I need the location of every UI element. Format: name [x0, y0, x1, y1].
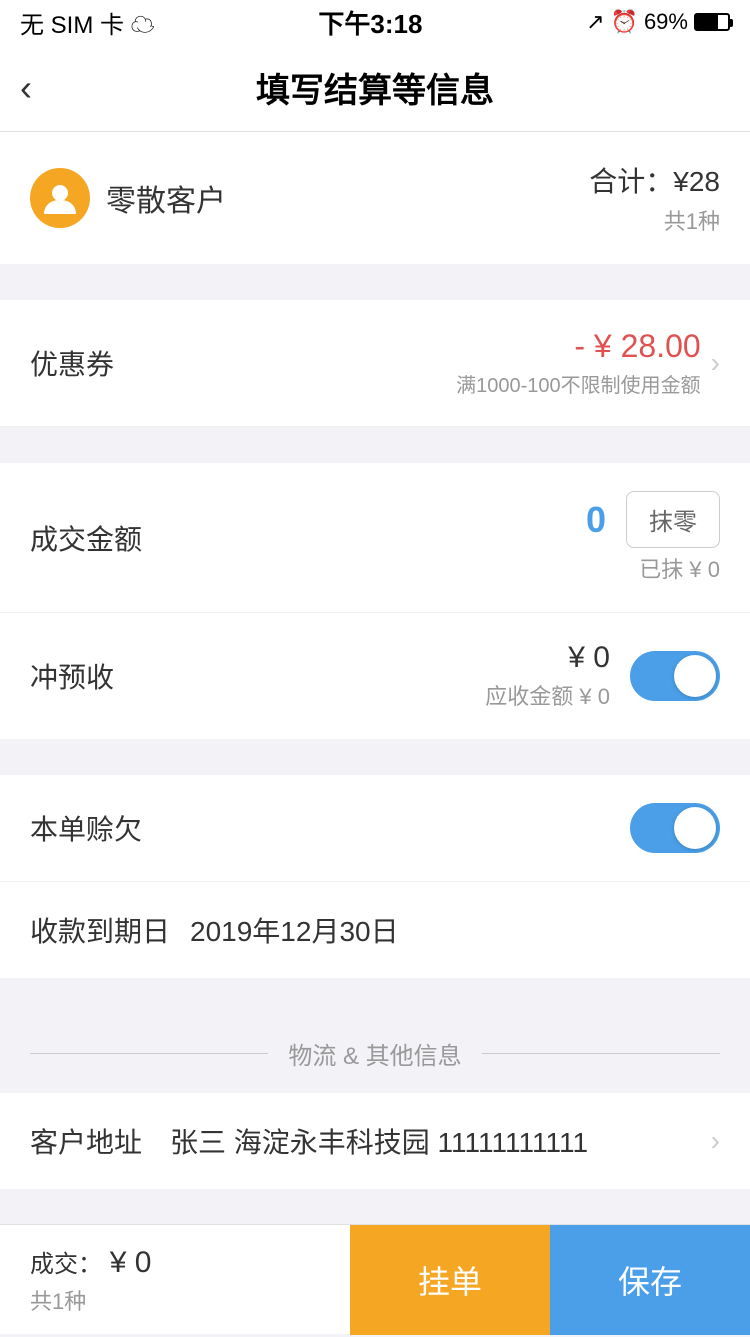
divider-3: [0, 757, 750, 775]
debt-label: 本单赊欠: [30, 808, 142, 848]
customer-left: 零散客户: [30, 168, 226, 228]
coupon-section[interactable]: 优惠券 - ¥ 28.00 满1000-100不限制使用金额 ›: [0, 300, 750, 427]
round-zero-button[interactable]: 抹零: [626, 491, 720, 548]
prepay-value: ¥ 0: [568, 641, 610, 675]
debt-row: 本单赊欠: [0, 775, 750, 881]
customer-name: 零散客户: [106, 176, 226, 220]
coupon-row[interactable]: 优惠券 - ¥ 28.00 满1000-100不限制使用金额 ›: [0, 300, 750, 427]
bottom-deal-row: 成交： ¥ 0: [30, 1244, 320, 1280]
logistics-title: 物流 & 其他信息: [268, 1036, 481, 1071]
status-right: ↗ ⏰ 69%: [586, 9, 730, 35]
total-amount: 合计：¥28: [589, 160, 720, 200]
logistics-line-right: [482, 1053, 720, 1054]
customer-right: 合计：¥28 共1种: [589, 160, 720, 236]
back-button[interactable]: ‹: [20, 67, 32, 109]
bottom-deal-amount: ¥ 0: [110, 1246, 152, 1279]
deal-amount-row: 成交金额 0 抹零 已抹 ¥ 0: [0, 463, 750, 613]
address-section[interactable]: 客户地址 张三 海淀永丰科技园 11111111111 ›: [0, 1093, 750, 1189]
coupon-desc: 满1000-100不限制使用金额: [456, 369, 701, 398]
deal-section: 成交金额 0 抹零 已抹 ¥ 0 冲预收 ¥ 0 应收金额 ¥ 0: [0, 463, 750, 739]
deal-amount-value-block: 0 抹零: [586, 491, 720, 548]
deal-amount-label: 成交金额: [30, 518, 170, 558]
status-time: 下午3:18: [318, 4, 422, 41]
logistics-line-left: [30, 1053, 268, 1054]
divider-2: [0, 445, 750, 463]
coupon-label: 优惠券: [30, 343, 114, 383]
prepay-value-block: ¥ 0 应收金额 ¥ 0: [485, 641, 610, 711]
address-row[interactable]: 客户地址 张三 海淀永丰科技园 11111111111 ›: [0, 1093, 750, 1189]
prepay-label: 冲预收: [30, 656, 170, 696]
prepay-desc: 应收金额 ¥ 0: [485, 679, 610, 711]
prepay-row: 冲预收 ¥ 0 应收金额 ¥ 0: [0, 613, 750, 739]
nav-bar: ‹ 填写结算等信息: [0, 44, 750, 132]
save-button[interactable]: 保存: [550, 1225, 750, 1335]
bottom-summary: 成交： ¥ 0 共1种: [0, 1244, 350, 1316]
coupon-right: - ¥ 28.00 满1000-100不限制使用金额 ›: [456, 328, 720, 398]
bottom-deal-label: 成交：: [30, 1251, 102, 1278]
sim-label: 无 SIM 卡 ☁: [20, 5, 155, 40]
address-chevron-icon: ›: [711, 1125, 720, 1157]
prepay-toggle[interactable]: [630, 651, 720, 701]
page-title: 填写结算等信息: [256, 63, 494, 112]
battery-icon: [694, 13, 730, 31]
divider-1: [0, 282, 750, 300]
status-left: 无 SIM 卡 ☁: [20, 5, 155, 40]
customer-section: 零散客户 合计：¥28 共1种: [0, 132, 750, 264]
duedate-label: 收款到期日: [30, 910, 170, 950]
status-bar: 无 SIM 卡 ☁ 下午3:18 ↗ ⏰ 69%: [0, 0, 750, 44]
person-icon: [42, 180, 78, 216]
already-rounded-label: 已抹 ¥ 0: [586, 552, 720, 584]
debt-section: 本单赊欠 收款到期日 2019年12月30日: [0, 775, 750, 978]
logistics-header: 物流 & 其他信息: [0, 1014, 750, 1093]
bottom-count: 共1种: [30, 1284, 320, 1316]
bottom-bar: 成交： ¥ 0 共1种 挂单 保存: [0, 1224, 750, 1334]
debt-toggle[interactable]: [630, 803, 720, 853]
duedate-row: 收款到期日 2019年12月30日: [0, 881, 750, 978]
hang-button[interactable]: 挂单: [350, 1225, 550, 1335]
battery-label: 69%: [644, 9, 688, 35]
coupon-chevron-icon: ›: [711, 347, 720, 379]
divider-4: [0, 996, 750, 1014]
total-count: 共1种: [589, 204, 720, 236]
main-content: 零散客户 合计：¥28 共1种 优惠券 - ¥ 28.00 满1000-100不…: [0, 132, 750, 1337]
alarm-icon: ⏰: [611, 9, 638, 35]
address-value: 张三 海淀永丰科技园 11111111111: [170, 1121, 711, 1161]
customer-avatar: [30, 168, 90, 228]
coupon-amount: - ¥ 28.00: [456, 328, 701, 365]
duedate-value: 2019年12月30日: [190, 910, 399, 950]
deal-amount-value: 0: [586, 499, 606, 541]
customer-row: 零散客户 合计：¥28 共1种: [0, 132, 750, 264]
location-icon: ↗: [586, 9, 604, 35]
address-label: 客户地址: [30, 1121, 150, 1161]
